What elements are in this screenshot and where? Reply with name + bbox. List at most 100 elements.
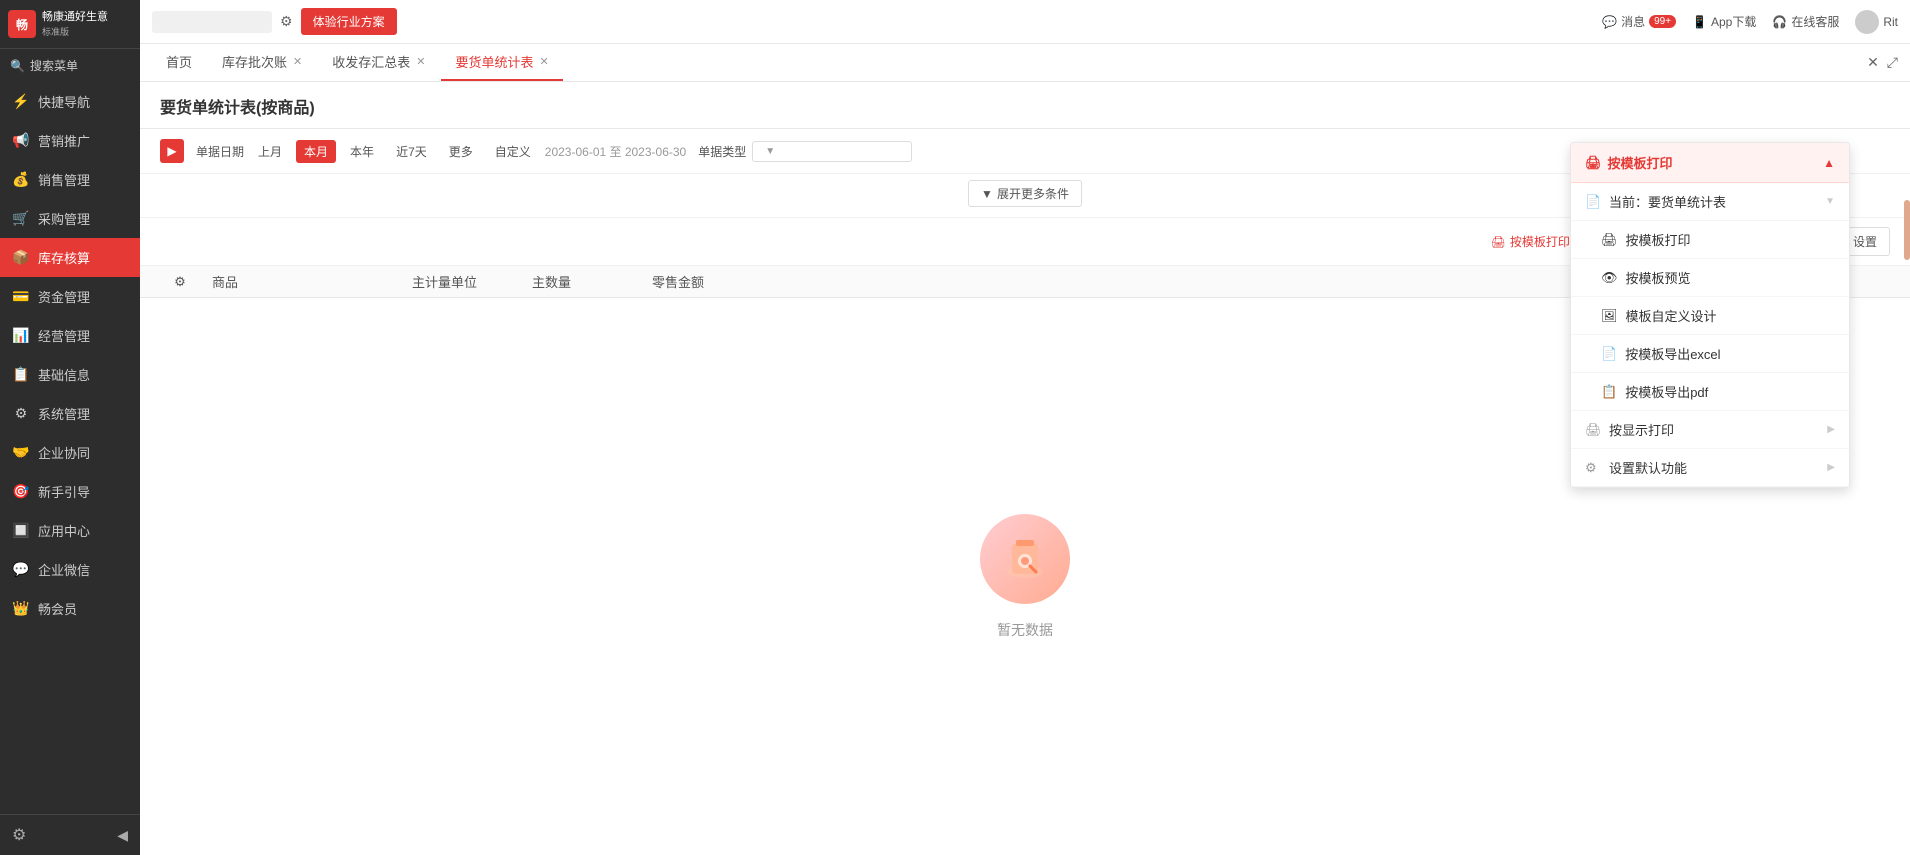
current-template-label: 当前：要货单统计表	[1609, 192, 1726, 211]
date-range-display: 2023-06-01 至 2023-06-30	[545, 143, 686, 160]
template-print-label: 按模板打印	[1626, 230, 1691, 249]
th-product: 商品	[200, 266, 400, 297]
sidebar-item-label: 库存核算	[38, 248, 90, 267]
bill-type-select[interactable]: ▼	[752, 141, 912, 162]
template-design-icon: 🖼	[1601, 308, 1618, 324]
tab-collection-summary[interactable]: 收发存汇总表 ✕	[318, 44, 439, 81]
message-icon: 💬	[1602, 15, 1617, 29]
purchase-icon: 🛒	[12, 210, 30, 227]
sidebar-item-label: 营销推广	[38, 131, 90, 150]
app-download-btn[interactable]: 📱 App下载	[1692, 13, 1756, 30]
th-settings[interactable]: ⚙	[160, 268, 200, 296]
sidebar-item-label: 经营管理	[38, 326, 90, 345]
tab-order-stats-close[interactable]: ✕	[540, 55, 549, 68]
date-btn-more[interactable]: 更多	[441, 140, 481, 163]
bill-type-arrow: ▼	[765, 146, 775, 157]
date-btn-year[interactable]: 本年	[342, 140, 382, 163]
finance-icon: 💳	[12, 288, 30, 305]
date-btn-current[interactable]: 本月	[296, 140, 336, 163]
tab-collection-close[interactable]: ✕	[416, 55, 425, 68]
current-template-icon: 📄	[1585, 194, 1601, 210]
tab-batch-account-close[interactable]: ✕	[293, 55, 302, 68]
set-default-item[interactable]: ⚙ 设置默认功能 ▶	[1571, 449, 1849, 487]
sidebar-item-purchase[interactable]: 🛒 采购管理	[0, 199, 140, 238]
display-print-item[interactable]: 🖨 按显示打印 ▶	[1571, 411, 1849, 449]
sidebar-item-member[interactable]: 👑 畅会员	[0, 589, 140, 628]
sidebar-item-enterprise[interactable]: 🤝 企业协同	[0, 433, 140, 472]
sidebar-logo: 畅 畅康通好生意 标准版	[0, 0, 140, 49]
experience-btn[interactable]: 体验行业方案	[301, 8, 397, 35]
sidebar-item-finance[interactable]: 💳 资金管理	[0, 277, 140, 316]
sidebar-item-newbie[interactable]: 🎯 新手引导	[0, 472, 140, 511]
gear-icon[interactable]: ⚙	[280, 13, 293, 30]
message-btn[interactable]: 💬 消息 99+	[1602, 13, 1676, 30]
filter-collapse-btn[interactable]: ▶	[160, 139, 184, 163]
sidebar-item-system[interactable]: ⚙ 系统管理	[0, 394, 140, 433]
app-icon: 📱	[1692, 15, 1707, 29]
dropdown-header-label: 按模板打印	[1608, 153, 1673, 172]
sidebar-item-wechat[interactable]: 💬 企业微信	[0, 550, 140, 589]
collapse-icon[interactable]: ◀	[117, 827, 128, 844]
window-expand-btn[interactable]: ⤢	[1887, 54, 1898, 71]
user-name: Rit	[1883, 15, 1898, 29]
sidebar-bottom: ⚙ ◀	[0, 814, 140, 855]
display-print-icon: 🖨	[1585, 422, 1601, 438]
set-default-label: 设置默认功能	[1609, 458, 1687, 477]
tabs-bar: 首页 库存批次账 ✕ 收发存汇总表 ✕ 要货单统计表 ✕ ✕ ⤢	[140, 44, 1910, 82]
date-btn-prev[interactable]: 上月	[250, 140, 290, 163]
export-excel-label: 按模板导出excel	[1625, 344, 1720, 363]
current-template-arrow: ▼	[1825, 196, 1835, 207]
sidebar-item-quick-nav[interactable]: ⚡ 快捷导航	[0, 82, 140, 121]
service-icon: 🎧	[1772, 15, 1787, 29]
current-template-item[interactable]: 📄 当前：要货单统计表 ▼	[1571, 183, 1849, 221]
sidebar-search-label: 搜索菜单	[30, 57, 78, 74]
tab-collection-label: 收发存汇总表	[332, 52, 410, 71]
sidebar-item-label: 企业微信	[38, 560, 90, 579]
template-print-item[interactable]: 🖨 按模板打印	[1571, 221, 1849, 259]
dropdown-close-arrow[interactable]: ▲	[1823, 156, 1835, 170]
online-service-btn[interactable]: 🎧 在线客服	[1772, 13, 1839, 30]
sidebar-search[interactable]: 🔍 搜索菜单	[0, 49, 140, 82]
expand-more-btn[interactable]: ▼ 展开更多条件	[968, 180, 1082, 207]
set-default-arrow: ▶	[1827, 462, 1835, 473]
export-pdf-label: 按模板导出pdf	[1625, 382, 1708, 401]
template-design-item[interactable]: 🖼 模板自定义设计	[1571, 297, 1849, 335]
logo-name: 畅康通好生意	[42, 10, 108, 24]
sidebar-item-appstore[interactable]: 🔲 应用中心	[0, 511, 140, 550]
avatar-img	[1855, 10, 1879, 34]
date-btn-custom[interactable]: 自定义	[487, 140, 539, 163]
page-title: 要货单统计表(按商品)	[160, 94, 1890, 118]
template-preview-item[interactable]: 👁 按模板预览	[1571, 259, 1849, 297]
dropdown-header-left: 🖨 按模板打印	[1585, 153, 1673, 172]
user-avatar[interactable]: Rit	[1855, 10, 1898, 34]
sidebar-item-sales[interactable]: 💰 销售管理	[0, 160, 140, 199]
export-excel-item[interactable]: 📄 按模板导出excel	[1571, 335, 1849, 373]
sidebar-item-basic[interactable]: 📋 基础信息	[0, 355, 140, 394]
settings-icon[interactable]: ⚙	[12, 825, 26, 845]
print-header-icon: 🖨	[1585, 155, 1602, 171]
wechat-icon: 💬	[12, 561, 30, 578]
date-btn-last7[interactable]: 近7天	[388, 140, 435, 163]
th-amount: 零售金额	[640, 266, 760, 297]
search-input[interactable]	[152, 11, 272, 33]
sidebar-item-marketing[interactable]: 📢 营销推广	[0, 121, 140, 160]
sidebar-item-operations[interactable]: 📊 经营管理	[0, 316, 140, 355]
tab-order-stats[interactable]: 要货单统计表 ✕	[441, 44, 562, 81]
tab-home-label: 首页	[166, 52, 192, 71]
sidebar-nav: ⚡ 快捷导航 📢 营销推广 💰 销售管理 🛒 采购管理 📦 库存核算 💳 资金管…	[0, 82, 140, 814]
right-scrollbar[interactable]	[1904, 200, 1910, 260]
export-pdf-item[interactable]: 📋 按模板导出pdf	[1571, 373, 1849, 411]
tab-home[interactable]: 首页	[152, 44, 206, 81]
topbar: ⚙ 体验行业方案 💬 消息 99+ 📱 App下载 🎧 在线客服 Rit	[140, 0, 1910, 44]
th-unit: 主计量单位	[400, 266, 520, 297]
window-close-btn[interactable]: ✕	[1867, 54, 1879, 71]
tab-batch-account[interactable]: 库存批次账 ✕	[208, 44, 316, 81]
print-label: 按模板打印	[1510, 233, 1570, 250]
template-print-icon: 🖨	[1601, 232, 1618, 248]
sales-icon: 💰	[12, 171, 30, 188]
expand-label: 展开更多条件	[997, 185, 1069, 202]
sidebar-item-inventory[interactable]: 📦 库存核算	[0, 238, 140, 277]
sidebar-item-label: 畅会员	[38, 599, 77, 618]
logo-icon: 畅	[8, 10, 36, 38]
appstore-icon: 🔲	[12, 522, 30, 539]
